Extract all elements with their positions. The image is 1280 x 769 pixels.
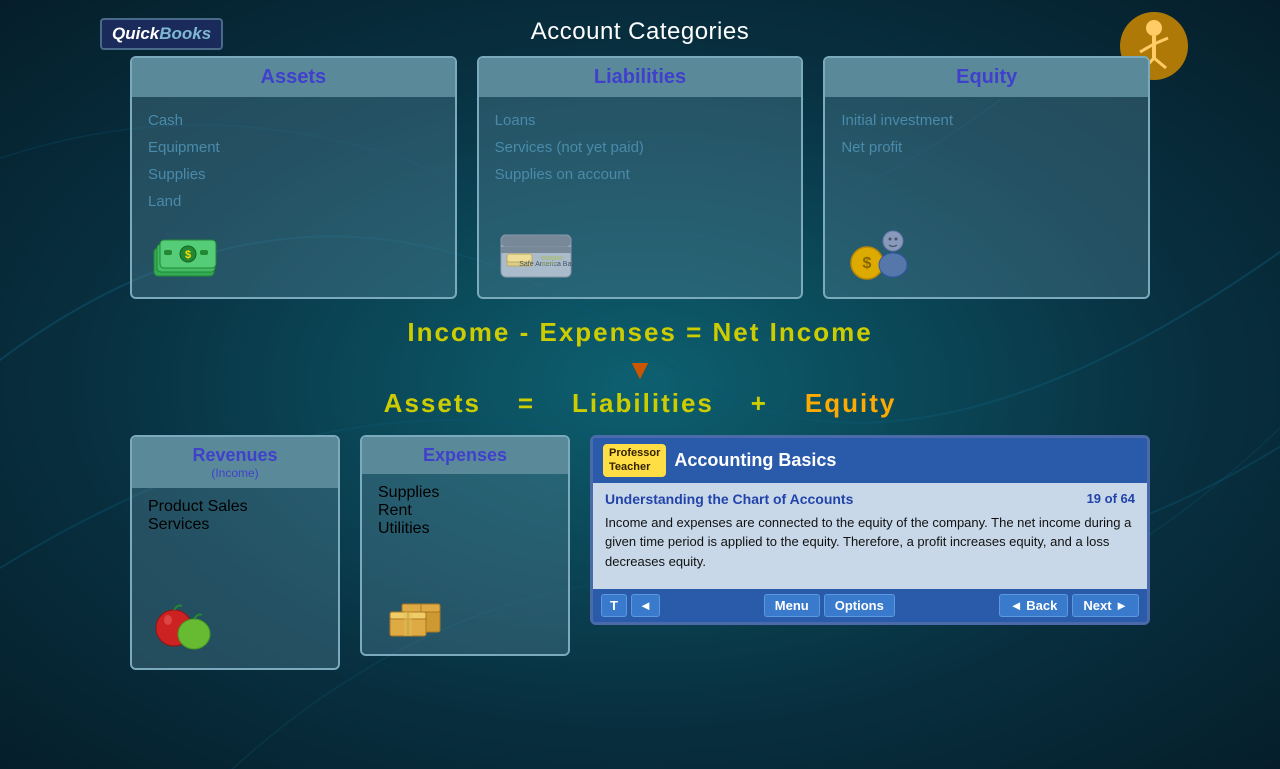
formula-equity-word: Equity: [805, 388, 896, 418]
formula-liabilities-word: Liabilities: [572, 388, 714, 418]
formula-income-row: Income - Expenses = Net Income: [130, 317, 1150, 348]
assets-item-3: Supplies: [148, 161, 439, 188]
professor-subtitle-row: Understanding the Chart of Accounts 19 o…: [605, 491, 1135, 507]
formula-income-text: Income - Expenses = Net Income: [407, 317, 872, 347]
professor-controls-bar: T ◄ Menu Options ◄ Back Next ►: [593, 589, 1147, 622]
expenses-icon: [382, 582, 447, 642]
formula-equity-row: Assets = Liabilities + Equity: [130, 388, 1150, 419]
liabilities-card-header: Liabilities: [479, 58, 802, 97]
revenues-card-body: Product Sales Services: [132, 488, 338, 668]
equity-card: Equity Initial investment Net profit $: [823, 56, 1150, 299]
assets-card: Assets Cash Equipment Supplies Land $: [130, 56, 457, 299]
revenues-icon: [152, 596, 217, 656]
assets-title: Assets: [261, 66, 327, 88]
assets-item-2: Equipment: [148, 134, 439, 161]
next-button[interactable]: Next ►: [1072, 594, 1139, 617]
professor-panel-body: Understanding the Chart of Accounts 19 o…: [593, 483, 1147, 590]
page-title: Account Categories: [531, 18, 749, 46]
expenses-item-1: Supplies: [378, 484, 552, 502]
liabilities-title: Liabilities: [594, 66, 686, 88]
expenses-card-header: Expenses: [362, 437, 568, 474]
expenses-card: Expenses Supplies Rent Utilities: [360, 435, 570, 656]
formula-plus-sign: +: [751, 388, 768, 418]
revenues-card-header: Revenues (Income): [132, 437, 338, 488]
menu-button[interactable]: Menu: [764, 594, 820, 617]
professor-description: Income and expenses are connected to the…: [605, 513, 1135, 572]
svg-text:$: $: [863, 255, 872, 272]
expenses-title: Expenses: [370, 445, 560, 466]
liabilities-icon: Safe America Bank: [499, 230, 574, 285]
liabilities-item-1: Loans: [495, 107, 786, 134]
expenses-card-body: Supplies Rent Utilities: [362, 474, 568, 654]
assets-icon: $: [152, 230, 217, 285]
professor-panel-title: Accounting Basics: [674, 450, 836, 471]
formula-arrow-icon: ▼: [626, 354, 654, 385]
liabilities-item-2: Services (not yet paid): [495, 134, 786, 161]
liabilities-card-body: Loans Services (not yet paid) Supplies o…: [479, 97, 802, 297]
expenses-item-2: Rent: [378, 502, 552, 520]
professor-panel-header: Professor Teacher Accounting Basics: [593, 438, 1147, 483]
assets-card-body: Cash Equipment Supplies Land $: [132, 97, 455, 297]
top-cards-row: Assets Cash Equipment Supplies Land $: [130, 56, 1150, 299]
equity-card-header: Equity: [825, 58, 1148, 97]
equity-icon: $: [845, 225, 915, 285]
assets-item-4: Land: [148, 188, 439, 215]
equity-title: Equity: [956, 66, 1017, 88]
revenues-title: Revenues: [140, 445, 330, 466]
revenues-item-2: Services: [148, 516, 322, 534]
equity-card-body: Initial investment Net profit $: [825, 97, 1148, 297]
main-content: Assets Cash Equipment Supplies Land $: [0, 56, 1280, 670]
header: QuickBooks Account Categories: [0, 0, 1280, 56]
prof-logo-line1: Professor: [609, 446, 660, 460]
revenues-card: Revenues (Income) Product Sales Services: [130, 435, 340, 670]
options-button[interactable]: Options: [824, 594, 895, 617]
logo-books: Books: [159, 24, 211, 43]
bottom-row: Revenues (Income) Product Sales Services: [130, 435, 1150, 670]
t-button[interactable]: T: [601, 594, 627, 617]
revenues-item-1: Product Sales: [148, 498, 322, 516]
formula-arrow-row: ▼: [130, 356, 1150, 384]
assets-card-header: Assets: [132, 58, 455, 97]
prof-logo-line2: Teacher: [609, 460, 660, 474]
svg-text:$: $: [185, 249, 191, 261]
expenses-item-3: Utilities: [378, 520, 552, 538]
professor-subtitle: Understanding the Chart of Accounts: [605, 491, 853, 507]
liabilities-card: Liabilities Loans Services (not yet paid…: [477, 56, 804, 299]
assets-item-1: Cash: [148, 107, 439, 134]
back-button[interactable]: ◄ Back: [999, 594, 1069, 617]
sound-button[interactable]: ◄: [631, 594, 660, 617]
professor-teacher-logo: Professor Teacher: [603, 444, 666, 477]
professor-panel: Professor Teacher Accounting Basics Unde…: [590, 435, 1150, 625]
quickbooks-logo: QuickBooks: [100, 18, 223, 50]
revenues-sub-label: (Income): [140, 466, 330, 480]
formula-assets-word: Assets: [384, 388, 481, 418]
logo-quick: Quick: [112, 24, 159, 43]
professor-page-count: 19 of 64: [1087, 491, 1135, 506]
equity-item-2: Net profit: [841, 134, 1132, 161]
liabilities-item-3: Supplies on account: [495, 161, 786, 188]
formula-eq-sign: =: [518, 388, 535, 418]
equity-item-1: Initial investment: [841, 107, 1132, 134]
